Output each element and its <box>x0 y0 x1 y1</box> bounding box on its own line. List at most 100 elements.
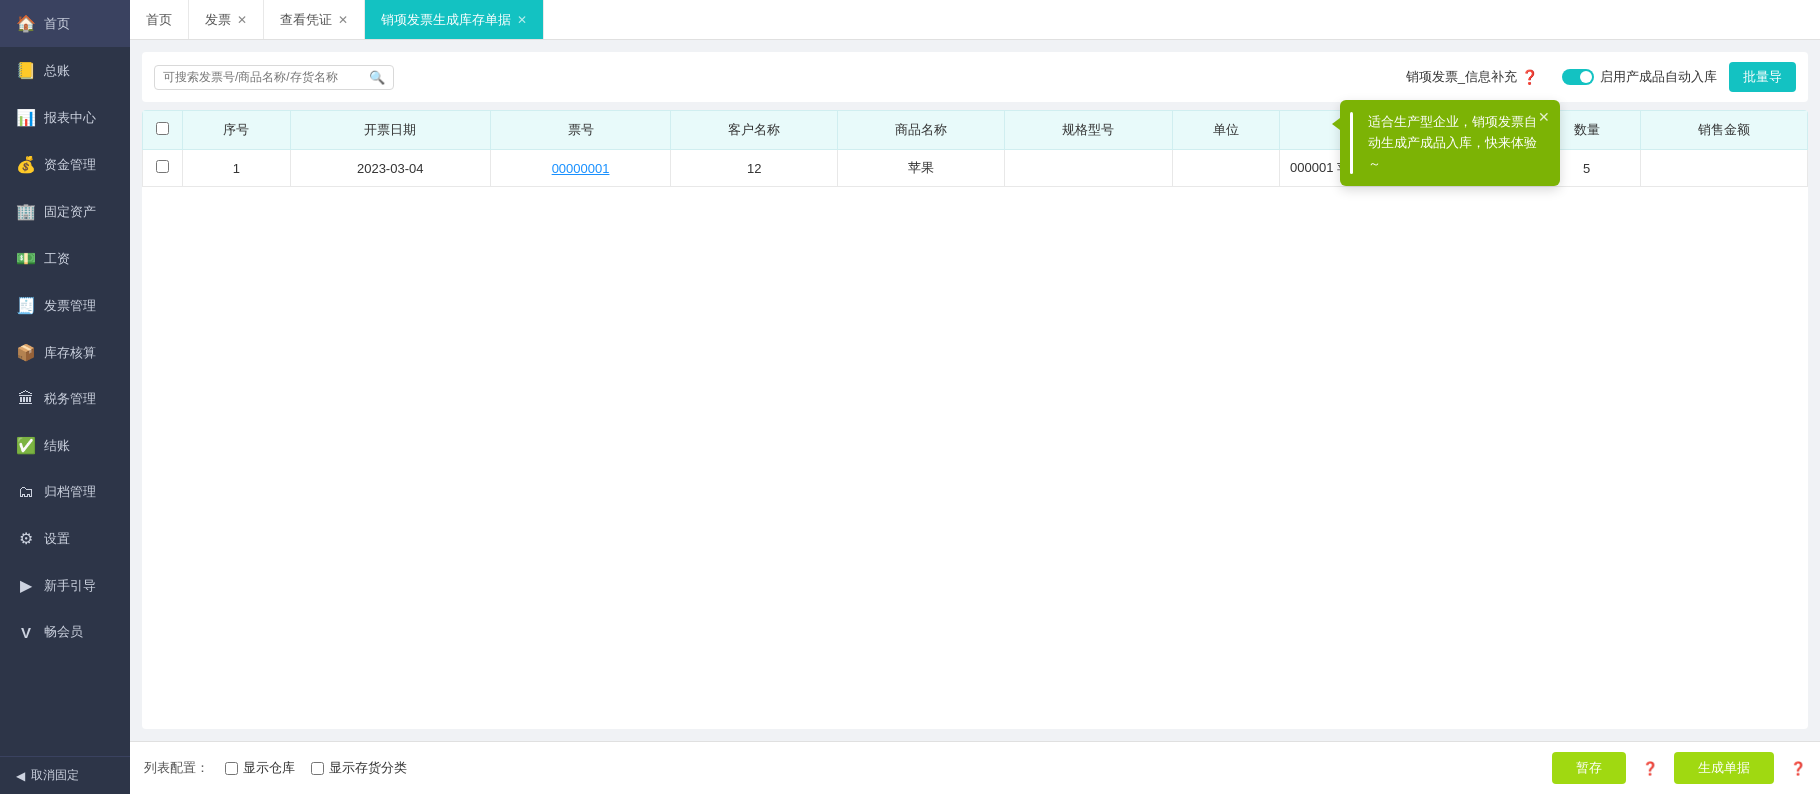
ledger-icon: 📒 <box>16 61 36 80</box>
search-box[interactable]: 🔍 <box>154 65 394 90</box>
wage-icon: 💵 <box>16 249 36 268</box>
show-category-checkbox[interactable] <box>311 762 324 775</box>
generate-help-icon[interactable]: ❓ <box>1790 761 1806 776</box>
sidebar-item-label: 结账 <box>44 437 70 455</box>
sidebar-item-label: 首页 <box>44 15 70 33</box>
tab-home[interactable]: 首页 <box>130 0 189 39</box>
table-header-seq: 序号 <box>183 111 291 150</box>
sidebar-item-invoice[interactable]: 🧾 发票管理 <box>0 282 130 329</box>
sidebar-item-guide[interactable]: ▶ 新手引导 <box>0 562 130 609</box>
info-label-text: 销项发票_信息补充 <box>1406 68 1517 86</box>
sidebar-item-ledger[interactable]: 📒 总账 <box>0 47 130 94</box>
row-seq: 1 <box>183 150 291 187</box>
table-header-spec: 规格型号 <box>1005 111 1172 150</box>
tab-invoice[interactable]: 发票 ✕ <box>189 0 264 39</box>
stock-icon: 📦 <box>16 343 36 362</box>
table-header-check <box>143 111 183 150</box>
tab-stock-bill-label: 销项发票生成库存单据 <box>381 11 511 29</box>
sidebar-item-settle[interactable]: ✅ 结账 <box>0 422 130 469</box>
tab-voucher-close[interactable]: ✕ <box>338 13 348 27</box>
sidebar-item-label: 畅会员 <box>44 623 83 641</box>
table-header-ticket: 票号 <box>490 111 670 150</box>
save-button[interactable]: 暂存 <box>1552 752 1626 784</box>
auto-stock-toggle[interactable] <box>1562 69 1594 85</box>
sidebar-item-home[interactable]: 🏠 首页 <box>0 0 130 47</box>
asset-icon: 🏢 <box>16 202 36 221</box>
row-goods: 苹果 <box>838 150 1005 187</box>
settings-icon: ⚙ <box>16 529 36 548</box>
show-warehouse-item: 显示仓库 <box>225 759 295 777</box>
unpin-label: 取消固定 <box>31 767 79 784</box>
show-category-label: 显示存货分类 <box>329 759 407 777</box>
tab-bar: 首页 发票 ✕ 查看凭证 ✕ 销项发票生成库存单据 ✕ <box>130 0 1820 40</box>
sidebar: 🏠 首页 📒 总账 📊 报表中心 💰 资金管理 🏢 固定资产 💵 工资 🧾 发票… <box>0 0 130 794</box>
table-header-customer: 客户名称 <box>671 111 838 150</box>
tax-icon: 🏛 <box>16 390 36 408</box>
row-unit <box>1172 150 1280 187</box>
batch-button[interactable]: 批量导 <box>1729 62 1796 92</box>
sidebar-item-label: 固定资产 <box>44 203 96 221</box>
sidebar-item-member[interactable]: V 畅会员 <box>0 609 130 655</box>
sidebar-item-wage[interactable]: 💵 工资 <box>0 235 130 282</box>
sidebar-item-stock[interactable]: 📦 库存核算 <box>0 329 130 376</box>
archive-icon: 🗂 <box>16 483 36 501</box>
unpin-icon: ◀ <box>16 769 25 783</box>
select-all-checkbox[interactable] <box>156 122 169 135</box>
tooltip-bar <box>1350 112 1353 174</box>
show-category-item: 显示存货分类 <box>311 759 407 777</box>
row-check <box>143 150 183 187</box>
row-date: 2023-03-04 <box>290 150 490 187</box>
generate-button[interactable]: 生成单据 <box>1674 752 1774 784</box>
fund-icon: 💰 <box>16 155 36 174</box>
tab-stock-bill-close[interactable]: ✕ <box>517 13 527 27</box>
sidebar-item-label: 总账 <box>44 62 70 80</box>
sidebar-item-archive[interactable]: 🗂 归档管理 <box>0 469 130 515</box>
sidebar-item-fund[interactable]: 💰 资金管理 <box>0 141 130 188</box>
tab-voucher[interactable]: 查看凭证 ✕ <box>264 0 365 39</box>
row-checkbox[interactable] <box>156 160 169 173</box>
sidebar-item-label: 新手引导 <box>44 577 96 595</box>
info-label: 销项发票_信息补充 ❓ <box>1406 68 1538 86</box>
sidebar-item-label: 设置 <box>44 530 70 548</box>
row-customer: 12 <box>671 150 838 187</box>
main-area: 首页 发票 ✕ 查看凭证 ✕ 销项发票生成库存单据 ✕ 🔍 销项发票_信息补充 … <box>130 0 1820 794</box>
show-warehouse-label: 显示仓库 <box>243 759 295 777</box>
save-help-icon[interactable]: ❓ <box>1642 761 1658 776</box>
table-header-goods: 商品名称 <box>838 111 1005 150</box>
tab-home-label: 首页 <box>146 11 172 29</box>
tooltip-close-icon[interactable]: ✕ <box>1538 106 1550 128</box>
tab-voucher-label: 查看凭证 <box>280 11 332 29</box>
info-icon[interactable]: ❓ <box>1521 69 1538 85</box>
row-ticket[interactable]: 00000001 <box>490 150 670 187</box>
footer: 列表配置： 显示仓库 显示存货分类 暂存 ❓ 生成单据 ❓ <box>130 741 1820 794</box>
tab-invoice-label: 发票 <box>205 11 231 29</box>
table-header-warehouse: 销售金额 <box>1640 111 1807 150</box>
sidebar-unpin[interactable]: ◀ 取消固定 <box>0 756 130 794</box>
sidebar-item-asset[interactable]: 🏢 固定资产 <box>0 188 130 235</box>
tooltip-text: 适合生产型企业，销项发票自动生成产成品入库，快来体验～ <box>1356 112 1544 174</box>
table-wrap: 序号 开票日期 票号 客户名称 商品名称 规格型号 单位 * 存货名称 数量 销… <box>142 110 1808 729</box>
sidebar-item-tax[interactable]: 🏛 税务管理 <box>0 376 130 422</box>
search-icon: 🔍 <box>369 70 385 85</box>
tab-stock-bill[interactable]: 销项发票生成库存单据 ✕ <box>365 0 544 39</box>
guide-icon: ▶ <box>16 576 36 595</box>
report-icon: 📊 <box>16 108 36 127</box>
sidebar-item-label: 发票管理 <box>44 297 96 315</box>
content-area: 🔍 销项发票_信息补充 ❓ 启用产成品自动入库 批量导 序 <box>130 40 1820 741</box>
sidebar-item-label: 归档管理 <box>44 483 96 501</box>
sidebar-item-settings[interactable]: ⚙ 设置 <box>0 515 130 562</box>
home-icon: 🏠 <box>16 14 36 33</box>
toolbar: 🔍 销项发票_信息补充 ❓ 启用产成品自动入库 批量导 <box>142 52 1808 102</box>
show-warehouse-checkbox[interactable] <box>225 762 238 775</box>
row-spec <box>1005 150 1172 187</box>
list-config-label: 列表配置： <box>144 759 209 777</box>
search-input[interactable] <box>163 70 363 84</box>
table-header-date: 开票日期 <box>290 111 490 150</box>
tooltip-bubble: ✕ 适合生产型企业，销项发票自动生成产成品入库，快来体验～ <box>1340 100 1560 186</box>
ticket-link[interactable]: 00000001 <box>552 161 610 176</box>
member-icon: V <box>16 624 36 641</box>
toggle-label: 启用产成品自动入库 <box>1600 68 1717 86</box>
sidebar-item-report[interactable]: 📊 报表中心 <box>0 94 130 141</box>
sidebar-item-label: 库存核算 <box>44 344 96 362</box>
tab-invoice-close[interactable]: ✕ <box>237 13 247 27</box>
